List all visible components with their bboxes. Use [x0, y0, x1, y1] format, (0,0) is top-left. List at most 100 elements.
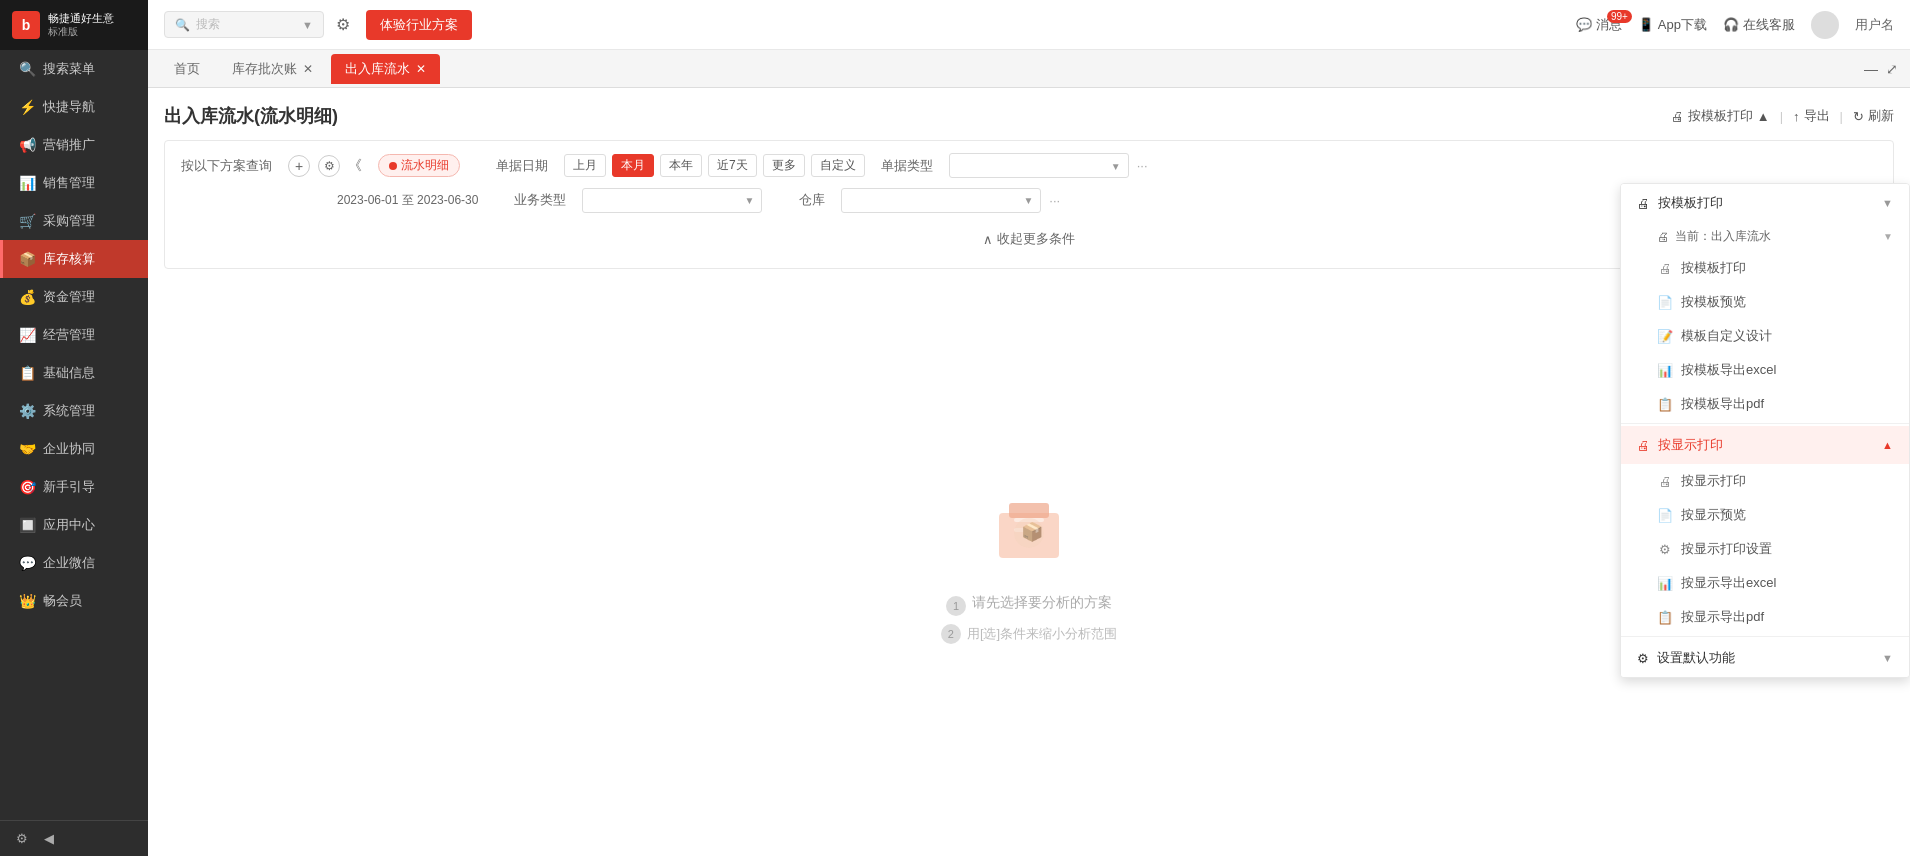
- active-filter-tag[interactable]: 流水明细: [378, 154, 460, 177]
- user-avatar[interactable]: [1811, 11, 1839, 39]
- display-print-settings-item[interactable]: ⚙ 按显示打印设置: [1621, 532, 1909, 566]
- warehouse-select-wrapper: [841, 188, 1041, 213]
- customer-service-btn[interactable]: 🎧 在线客服: [1723, 16, 1795, 34]
- sidebar-item-system[interactable]: ⚙️ 系统管理: [0, 392, 148, 430]
- sidebar-collapse-icon[interactable]: ◀: [44, 831, 54, 846]
- industry-solution-button[interactable]: 体验行业方案: [366, 10, 472, 40]
- display-export-excel-item[interactable]: 📊 按显示导出excel: [1621, 566, 1909, 600]
- tab-home[interactable]: 首页: [160, 54, 214, 84]
- template-print-label: 按模板打印: [1681, 259, 1746, 277]
- date-current-year[interactable]: 本年: [660, 154, 702, 177]
- tab-minimize-icon[interactable]: —: [1864, 61, 1878, 77]
- header-settings-icon[interactable]: ⚙: [336, 15, 350, 34]
- print-template-section-header[interactable]: 🖨 按模板打印 ▼: [1621, 184, 1909, 222]
- sidebar-nav: 🔍 搜索菜单 ⚡ 快捷导航 📢 营销推广 📊 销售管理 🛒 采购管理 📦 库存核…: [0, 50, 148, 820]
- date-range-text: 2023-06-01 至 2023-06-30: [337, 193, 478, 207]
- sidebar-item-purchase[interactable]: 🛒 采购管理: [0, 202, 148, 240]
- tab-flow-label: 出入库流水: [345, 60, 410, 78]
- sidebar-item-enterprise[interactable]: 🤝 企业协同: [0, 430, 148, 468]
- template-export-excel-item[interactable]: 📊 按模板导出excel: [1621, 353, 1909, 387]
- sidebar-item-label: 快捷导航: [43, 98, 95, 116]
- message-icon: 💬: [1576, 17, 1592, 32]
- customer-service-label: 在线客服: [1743, 16, 1795, 34]
- warehouse-select[interactable]: [841, 188, 1041, 213]
- sidebar-item-quick-nav[interactable]: ⚡ 快捷导航: [0, 88, 148, 126]
- sidebar-logo: b 畅捷通好生意 标准版: [0, 0, 148, 50]
- template-print-item[interactable]: 🖨 按模板打印: [1621, 251, 1909, 285]
- set-default-section: ⚙ 设置默认功能 ▼: [1621, 639, 1909, 677]
- display-preview-icon: 📄: [1657, 507, 1673, 523]
- date-last-7-days[interactable]: 近7天: [708, 154, 757, 177]
- display-export-excel-label: 按显示导出excel: [1681, 574, 1776, 592]
- sidebar-item-wechat[interactable]: 💬 企业微信: [0, 544, 148, 582]
- sidebar-item-label: 企业微信: [43, 554, 95, 572]
- tab-batch-account[interactable]: 库存批次账 ✕: [218, 54, 327, 84]
- date-more[interactable]: 更多: [763, 154, 805, 177]
- sidebar-item-inventory[interactable]: 📦 库存核算: [0, 240, 148, 278]
- tab-maximize-icon[interactable]: ⤢: [1886, 61, 1898, 77]
- export-btn[interactable]: ↑ 导出: [1793, 107, 1830, 125]
- display-print-item[interactable]: 🖨 按显示打印: [1621, 464, 1909, 498]
- filter-collapse-btn[interactable]: 《: [348, 157, 362, 175]
- template-export-pdf-item[interactable]: 📋 按模板导出pdf: [1621, 387, 1909, 421]
- filter-actions: 按以下方案查询 + ⚙ 《: [181, 155, 362, 177]
- hint-number-2: 2: [941, 624, 961, 644]
- sidebar-item-basic-info[interactable]: 📋 基础信息: [0, 354, 148, 392]
- print-template-btn[interactable]: 🖨 按模板打印 ▲: [1671, 107, 1770, 125]
- sidebar-item-finance[interactable]: 💰 资金管理: [0, 278, 148, 316]
- app-center-icon: 🔲: [19, 517, 35, 533]
- sidebar-item-members[interactable]: 👑 畅会员: [0, 582, 148, 620]
- date-custom[interactable]: 自定义: [811, 154, 865, 177]
- date-prev-month[interactable]: 上月: [564, 154, 606, 177]
- search-bar[interactable]: 🔍 搜索 ▼: [164, 11, 324, 38]
- doc-type-select[interactable]: [949, 153, 1129, 178]
- date-filter-group: 单据日期 上月 本月 本年 近7天 更多 自定义: [496, 154, 865, 177]
- sidebar-item-label: 营销推广: [43, 136, 95, 154]
- display-print-settings-icon: ⚙: [1657, 541, 1673, 557]
- display-preview-item[interactable]: 📄 按显示预览: [1621, 498, 1909, 532]
- refresh-label: 刷新: [1868, 107, 1894, 125]
- print-template-expand-icon: ▼: [1882, 197, 1893, 209]
- date-options: 上月 本月 本年 近7天 更多 自定义: [564, 154, 865, 177]
- display-print-icon: 🖨: [1657, 473, 1673, 489]
- refresh-btn[interactable]: ↻ 刷新: [1853, 107, 1894, 125]
- date-current-month[interactable]: 本月: [612, 154, 654, 177]
- sidebar-item-app-center[interactable]: 🔲 应用中心: [0, 506, 148, 544]
- doc-type-label: 单据类型: [881, 157, 933, 175]
- tab-batch-account-label: 库存批次账: [232, 60, 297, 78]
- sidebar-item-guide[interactable]: 🎯 新手引导: [0, 468, 148, 506]
- display-print-settings-label: 按显示打印设置: [1681, 540, 1772, 558]
- set-default-section-header[interactable]: ⚙ 设置默认功能 ▼: [1621, 639, 1909, 677]
- filter-settings-btn[interactable]: ⚙: [318, 155, 340, 177]
- display-export-pdf-icon: 📋: [1657, 609, 1673, 625]
- warehouse-more-icon[interactable]: ···: [1049, 193, 1060, 208]
- doc-type-more-icon[interactable]: ···: [1137, 158, 1148, 173]
- tab-flow[interactable]: 出入库流水 ✕: [331, 54, 440, 84]
- sidebar-item-label: 经营管理: [43, 326, 95, 344]
- sidebar-item-search-menu[interactable]: 🔍 搜索菜单: [0, 50, 148, 88]
- header-right: 💬 消息 99+ 📱 App下载 🎧 在线客服 用户名: [1576, 11, 1894, 39]
- print-template-current-row: 🖨 当前：出入库流水 ▼: [1621, 222, 1909, 251]
- sidebar-item-marketing[interactable]: 📢 营销推广: [0, 126, 148, 164]
- template-preview-item[interactable]: 📄 按模板预览: [1621, 285, 1909, 319]
- current-template-label: 当前：出入库流水: [1675, 228, 1771, 245]
- main-area: 🔍 搜索 ▼ ⚙ 体验行业方案 💬 消息 99+ 📱 App下载 🎧 在线客服 …: [148, 0, 1910, 856]
- tab-flow-close-icon[interactable]: ✕: [416, 62, 426, 76]
- template-custom-item[interactable]: 📝 模板自定义设计: [1621, 319, 1909, 353]
- empty-hint-2: 2 用[选]条件来缩小分析范围: [941, 624, 1117, 644]
- dropdown-divider-1: [1621, 423, 1909, 424]
- filter-add-btn[interactable]: +: [288, 155, 310, 177]
- warehouse-group: 仓库 ···: [799, 188, 1060, 213]
- messages-badge[interactable]: 💬 消息 99+: [1576, 16, 1622, 34]
- business-type-select[interactable]: [582, 188, 762, 213]
- display-print-header-icon: 🖨: [1637, 438, 1650, 453]
- sidebar-item-sales[interactable]: 📊 销售管理: [0, 164, 148, 202]
- display-print-section-header[interactable]: 🖨 按显示打印 ▲: [1621, 426, 1909, 464]
- sidebar-settings-icon[interactable]: ⚙: [16, 831, 28, 846]
- display-export-pdf-item[interactable]: 📋 按显示导出pdf: [1621, 600, 1909, 634]
- app-download-btn[interactable]: 📱 App下载: [1638, 16, 1707, 34]
- template-export-excel-icon: 📊: [1657, 362, 1673, 378]
- sidebar-item-operations[interactable]: 📈 经营管理: [0, 316, 148, 354]
- tab-batch-account-close-icon[interactable]: ✕: [303, 62, 313, 76]
- set-default-expand-icon: ▼: [1882, 652, 1893, 664]
